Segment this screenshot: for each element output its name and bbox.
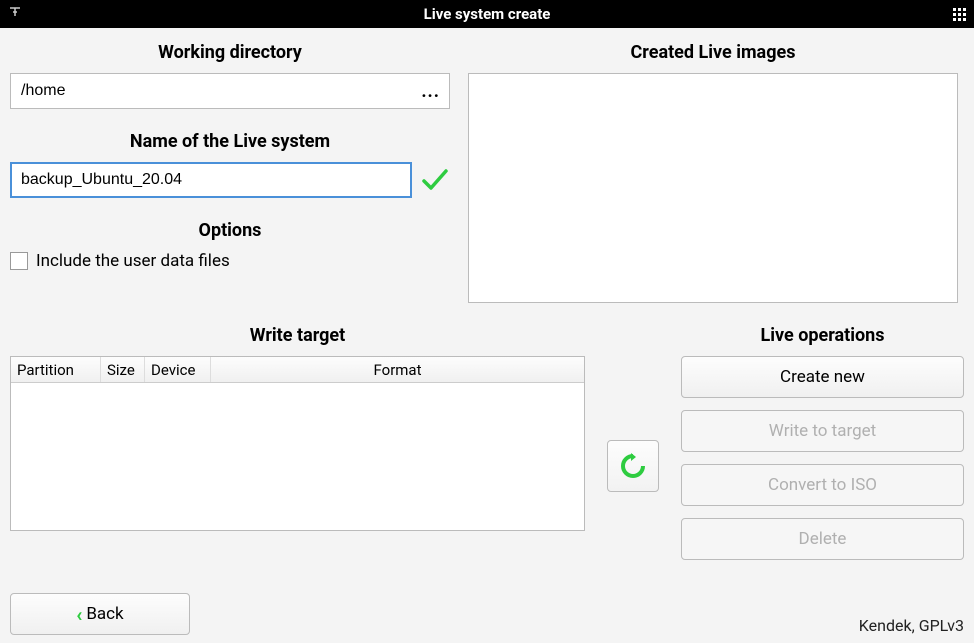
include-user-data-label: Include the user data files: [36, 251, 230, 271]
created-images-list[interactable]: [468, 73, 958, 303]
titlebar: Live system create: [0, 0, 974, 28]
created-images-label: Created Live images: [468, 42, 958, 63]
working-directory-input[interactable]: [10, 73, 450, 109]
back-button[interactable]: ‹‹ Back: [10, 593, 190, 635]
table-header: Partition Size Device Format: [11, 357, 584, 383]
live-operations-label: Live operations: [681, 325, 964, 346]
titlebar-grid-icon[interactable]: [953, 8, 966, 21]
write-to-target-button[interactable]: Write to target: [681, 410, 964, 452]
back-button-label: Back: [86, 604, 123, 624]
checkmark-icon: [420, 166, 450, 194]
convert-to-iso-button[interactable]: Convert to ISO: [681, 464, 964, 506]
working-directory-label: Working directory: [10, 42, 450, 63]
browse-button[interactable]: ...: [421, 81, 440, 102]
th-device[interactable]: Device: [145, 357, 211, 382]
write-target-table[interactable]: Partition Size Device Format: [10, 356, 585, 531]
credits-label: Kendek, GPLv3: [859, 616, 964, 635]
system-name-input[interactable]: [10, 162, 412, 198]
create-new-button[interactable]: Create new: [681, 356, 964, 398]
include-user-data-checkbox[interactable]: [10, 252, 28, 270]
titlebar-menu-icon[interactable]: [8, 5, 22, 23]
system-name-label: Name of the Live system: [10, 131, 450, 152]
th-size[interactable]: Size: [101, 357, 145, 382]
write-target-label: Write target: [10, 325, 585, 346]
delete-button[interactable]: Delete: [681, 518, 964, 560]
options-label: Options: [10, 220, 450, 241]
th-format[interactable]: Format: [211, 357, 584, 382]
refresh-button[interactable]: [607, 440, 659, 492]
window-title: Live system create: [424, 5, 551, 23]
th-partition[interactable]: Partition: [11, 357, 101, 382]
